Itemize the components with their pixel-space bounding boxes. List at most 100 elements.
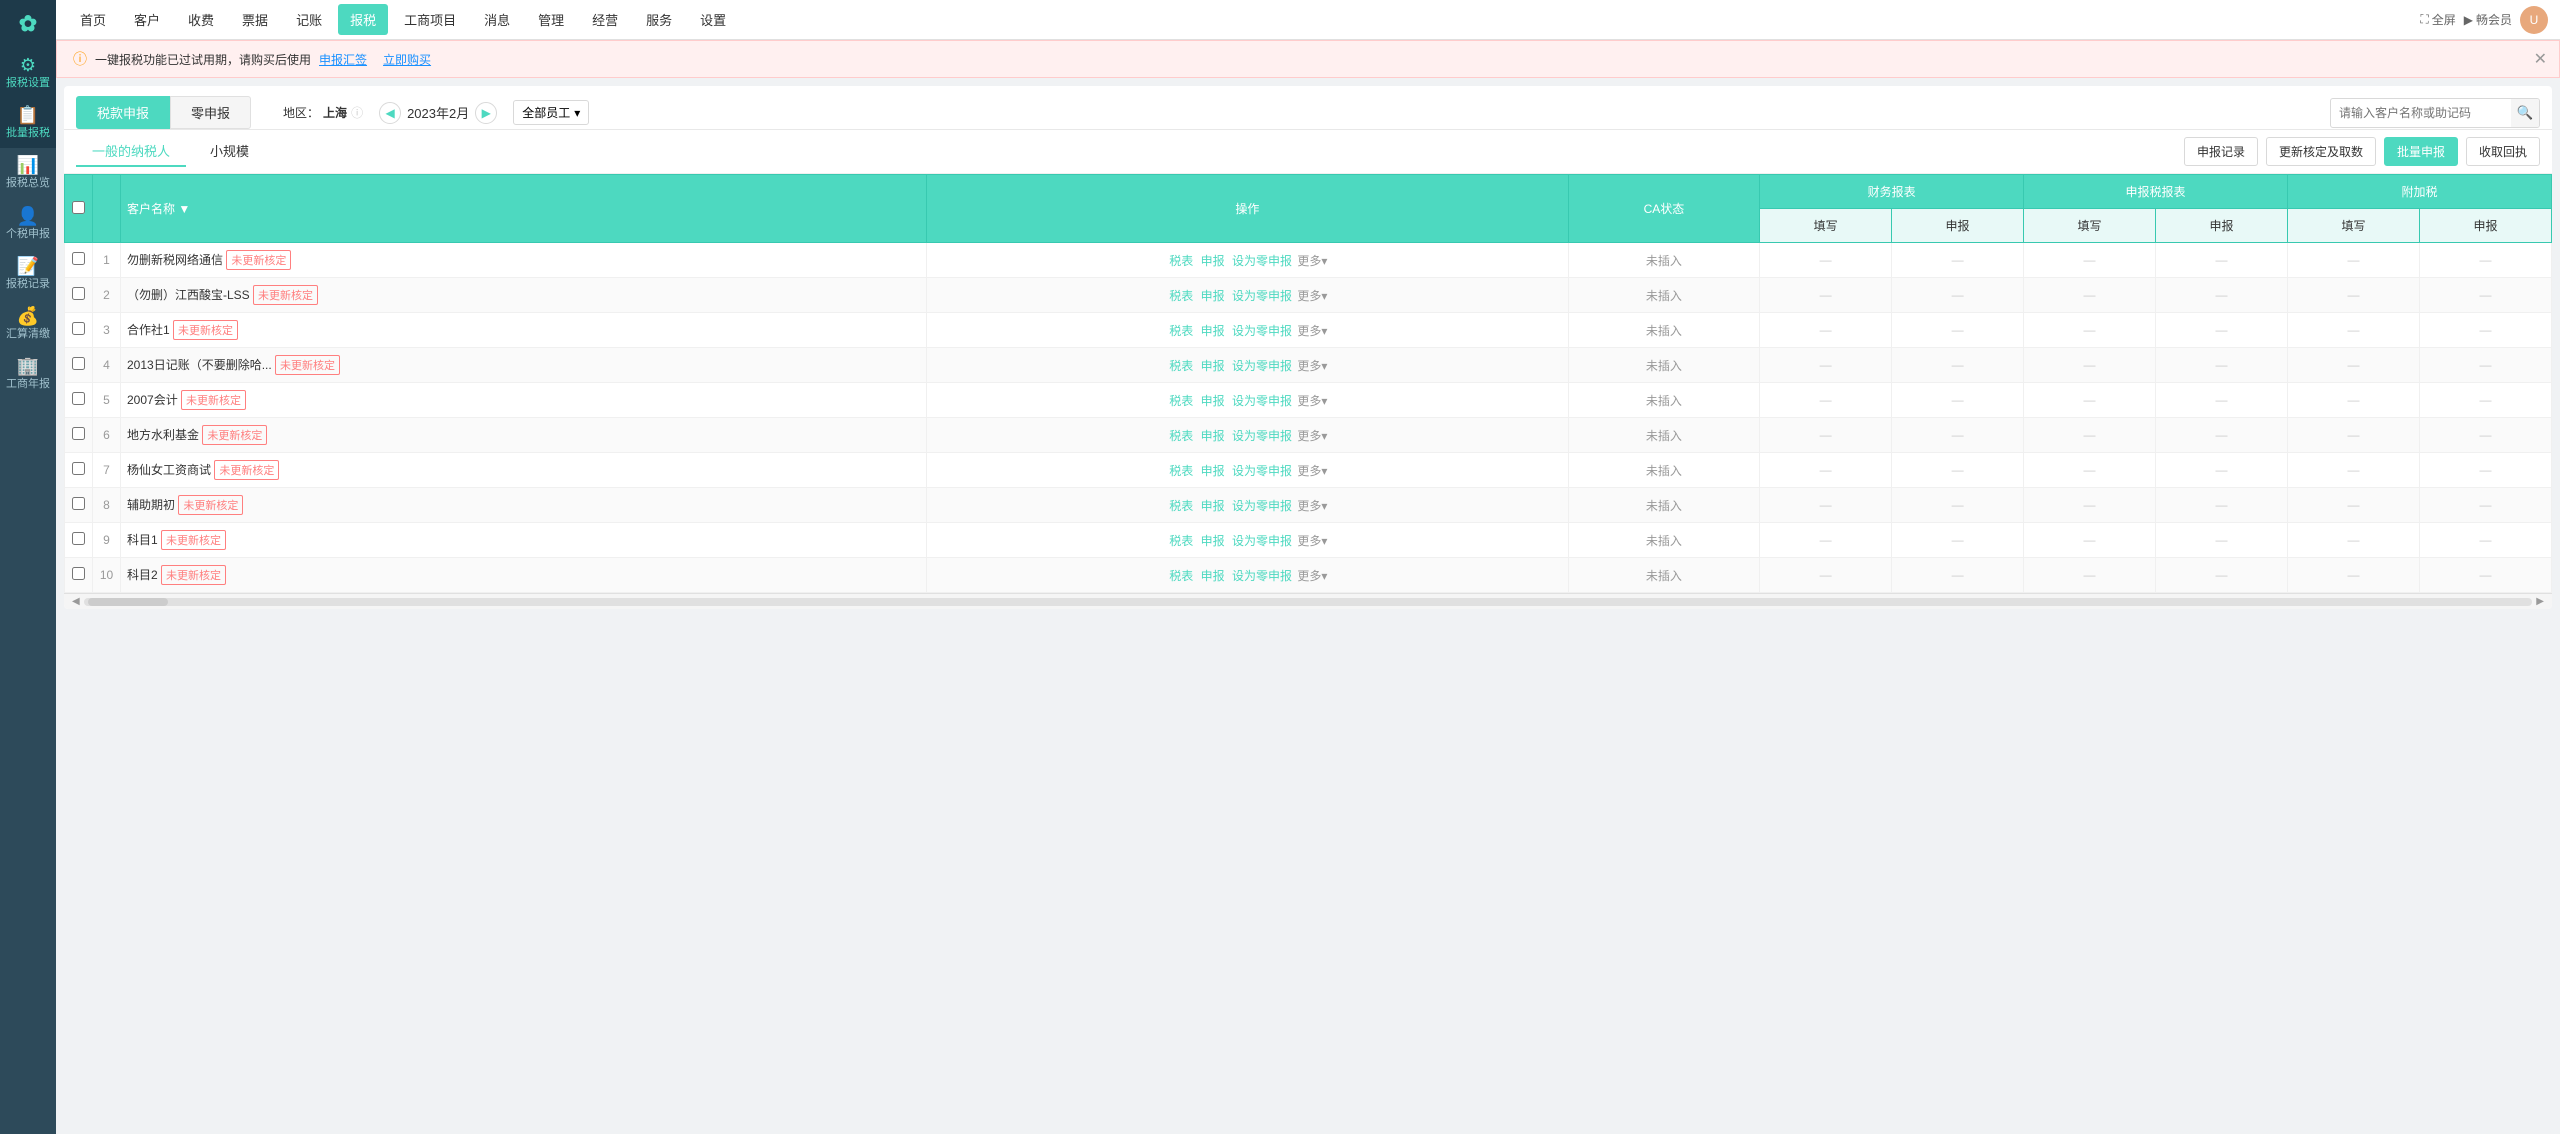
op-declare[interactable]: 申报: [1201, 499, 1225, 513]
op-zero-declare[interactable]: 设为零申报: [1232, 359, 1292, 373]
op-zero-declare[interactable]: 设为零申报: [1232, 254, 1292, 268]
nav-client[interactable]: 客户: [122, 4, 172, 35]
nav-billing[interactable]: 收费: [176, 4, 226, 35]
op-declare[interactable]: 申报: [1201, 569, 1225, 583]
geng-xin-he-qu-btn[interactable]: 更新核定及取数: [2266, 137, 2376, 166]
op-declare[interactable]: 申报: [1201, 464, 1225, 478]
sidebar-item-settlement[interactable]: 💰 汇算清缴: [0, 299, 56, 349]
row-checkbox[interactable]: [72, 532, 85, 545]
op-more[interactable]: 更多▾: [1297, 569, 1327, 583]
notice-link2[interactable]: 立即购买: [383, 51, 431, 68]
row-checkbox[interactable]: [72, 392, 85, 405]
op-more[interactable]: 更多▾: [1297, 289, 1327, 303]
op-zero-declare[interactable]: 设为零申报: [1232, 569, 1292, 583]
nav-settings[interactable]: 设置: [688, 4, 738, 35]
sidebar-item-batch-tax[interactable]: 📋 批量报税: [0, 98, 56, 148]
op-zero-declare[interactable]: 设为零申报: [1232, 394, 1292, 408]
op-more[interactable]: 更多▾: [1297, 394, 1327, 408]
row-checkbox[interactable]: [72, 497, 85, 510]
op-more[interactable]: 更多▾: [1297, 429, 1327, 443]
op-declare[interactable]: 申报: [1201, 429, 1225, 443]
region-info-icon[interactable]: ⓘ: [351, 104, 363, 121]
sidebar-item-tax-record[interactable]: 📝 报税记录: [0, 249, 56, 299]
op-declare[interactable]: 申报: [1201, 534, 1225, 548]
staff-select[interactable]: 全部员工 ▾: [513, 100, 589, 125]
shen-bao-ji-lu-btn[interactable]: 申报记录: [2184, 137, 2258, 166]
op-zero-declare[interactable]: 设为零申报: [1232, 289, 1292, 303]
taxpayer-general[interactable]: 一般的纳税人: [76, 136, 186, 167]
row-fj-report: —: [2419, 488, 2551, 523]
top-nav: 首页 客户 收费 票据 记账 报税 工商项目 消息 管理 经营 服务 设置 ⛶ …: [56, 0, 2560, 40]
logo-icon: ✿: [19, 11, 37, 37]
op-zero-declare[interactable]: 设为零申报: [1232, 499, 1292, 513]
op-declare[interactable]: 申报: [1201, 289, 1225, 303]
nav-operation[interactable]: 经营: [580, 4, 630, 35]
op-tax-table[interactable]: 税表: [1169, 324, 1193, 338]
tab-tax-declaration[interactable]: 税款申报: [76, 96, 170, 129]
search-button[interactable]: 🔍: [2511, 99, 2539, 127]
scroll-thumb[interactable]: [88, 598, 168, 606]
search-input[interactable]: [2331, 102, 2511, 124]
scroll-right-btn[interactable]: ▶: [2532, 596, 2548, 607]
nav-home[interactable]: 首页: [68, 4, 118, 35]
shou-qu-hui-tu-btn[interactable]: 收取回执: [2466, 137, 2540, 166]
pi-liang-shen-bao-btn[interactable]: 批量申报: [2384, 137, 2458, 166]
date-prev-btn[interactable]: ◀: [379, 102, 401, 124]
row-checkbox[interactable]: [72, 322, 85, 335]
op-more[interactable]: 更多▾: [1297, 359, 1327, 373]
op-declare[interactable]: 申报: [1201, 359, 1225, 373]
row-checkbox[interactable]: [72, 462, 85, 475]
fullscreen-btn[interactable]: ⛶ 全屏: [2420, 11, 2455, 28]
row-checkbox[interactable]: [72, 287, 85, 300]
sort-icon[interactable]: ▼: [178, 202, 190, 216]
op-more[interactable]: 更多▾: [1297, 534, 1327, 548]
op-tax-table[interactable]: 税表: [1169, 534, 1193, 548]
op-tax-table[interactable]: 税表: [1169, 464, 1193, 478]
select-all-checkbox[interactable]: [72, 201, 85, 214]
row-checkbox[interactable]: [72, 252, 85, 265]
notice-link1[interactable]: 申报汇签: [319, 51, 367, 68]
fullscreen-label: 全屏: [2432, 11, 2456, 28]
op-zero-declare[interactable]: 设为零申报: [1232, 464, 1292, 478]
row-checkbox[interactable]: [72, 567, 85, 580]
op-tax-table[interactable]: 税表: [1169, 289, 1193, 303]
nav-business[interactable]: 工商项目: [392, 4, 468, 35]
date-next-btn[interactable]: ▶: [475, 102, 497, 124]
op-declare[interactable]: 申报: [1201, 394, 1225, 408]
sidebar-item-tax-settings[interactable]: ⚙ 报税设置: [0, 48, 56, 98]
scroll-left-btn[interactable]: ◀: [68, 596, 84, 607]
op-more[interactable]: 更多▾: [1297, 324, 1327, 338]
row-checkbox-cell: [65, 383, 93, 418]
op-declare[interactable]: 申报: [1201, 324, 1225, 338]
op-more[interactable]: 更多▾: [1297, 254, 1327, 268]
op-zero-declare[interactable]: 设为零申报: [1232, 534, 1292, 548]
nav-service[interactable]: 服务: [634, 4, 684, 35]
nav-message[interactable]: 消息: [472, 4, 522, 35]
op-zero-declare[interactable]: 设为零申报: [1232, 429, 1292, 443]
op-tax-table[interactable]: 税表: [1169, 569, 1193, 583]
tab-zero-declaration[interactable]: 零申报: [170, 96, 251, 129]
nav-invoice[interactable]: 票据: [230, 4, 280, 35]
horizontal-scrollbar[interactable]: ◀ ▶: [64, 593, 2552, 609]
nav-accounting[interactable]: 记账: [284, 4, 334, 35]
op-tax-table[interactable]: 税表: [1169, 359, 1193, 373]
op-declare[interactable]: 申报: [1201, 254, 1225, 268]
avatar[interactable]: U: [2520, 6, 2548, 34]
op-tax-table[interactable]: 税表: [1169, 429, 1193, 443]
nav-manage[interactable]: 管理: [526, 4, 576, 35]
sidebar-item-business-annual[interactable]: 🏢 工商年报: [0, 349, 56, 399]
op-tax-table[interactable]: 税表: [1169, 394, 1193, 408]
taxpayer-small[interactable]: 小规模: [194, 136, 265, 167]
row-checkbox[interactable]: [72, 357, 85, 370]
op-more[interactable]: 更多▾: [1297, 499, 1327, 513]
sidebar-item-tax-overview[interactable]: 📊 报税总览: [0, 148, 56, 198]
sidebar-item-personal-tax[interactable]: 👤 个税申报: [0, 199, 56, 249]
row-checkbox[interactable]: [72, 427, 85, 440]
nav-tax[interactable]: 报税: [338, 4, 388, 35]
vip-btn[interactable]: ▶ 畅会员: [2464, 11, 2512, 28]
op-tax-table[interactable]: 税表: [1169, 499, 1193, 513]
op-more[interactable]: 更多▾: [1297, 464, 1327, 478]
notice-close-btn[interactable]: ✕: [2534, 49, 2547, 69]
op-zero-declare[interactable]: 设为零申报: [1232, 324, 1292, 338]
op-tax-table[interactable]: 税表: [1169, 254, 1193, 268]
